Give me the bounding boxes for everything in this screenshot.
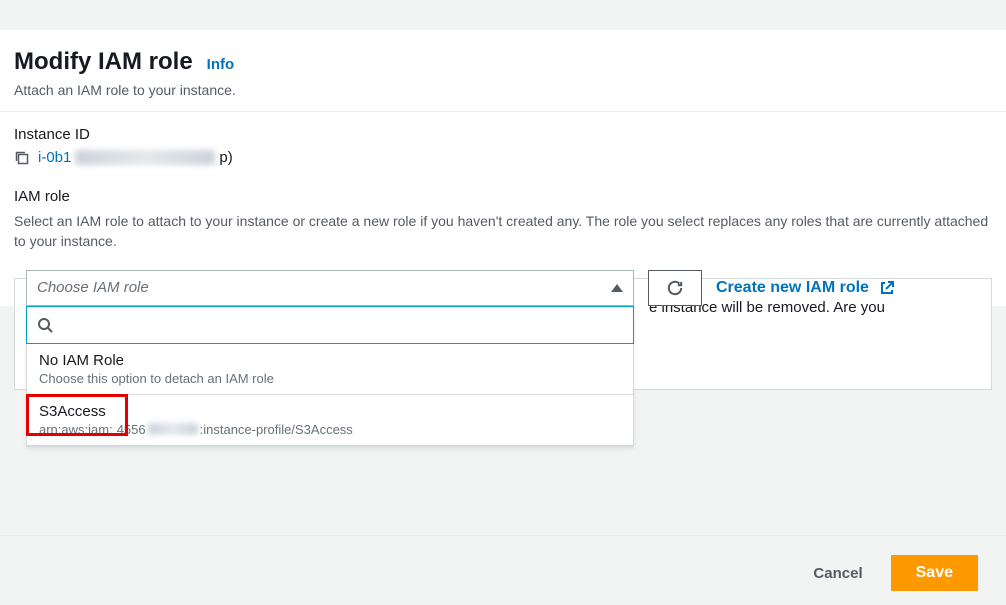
instance-id-suffix: p) [219, 149, 232, 166]
search-icon [37, 317, 53, 333]
option-subtitle: Choose this option to detach an IAM role [39, 371, 621, 386]
iam-role-label: IAM role [14, 188, 992, 205]
dropdown-panel: No IAM Role Choose this option to detach… [26, 306, 634, 447]
instance-id-prefix: i-0b1 [38, 149, 71, 166]
dropdown-option-no-iam-role[interactable]: No IAM Role Choose this option to detach… [26, 344, 634, 395]
caret-up-icon [611, 284, 623, 292]
iam-role-description: Select an IAM role to attach to your ins… [14, 211, 992, 252]
dropdown-search-input[interactable] [61, 307, 623, 343]
arn-redacted [148, 423, 198, 435]
page-title: Modify IAM role [14, 48, 193, 76]
create-new-iam-role-link[interactable]: Create new IAM role [716, 279, 895, 297]
instance-id-redacted [75, 150, 215, 165]
footer-divider [0, 535, 1006, 536]
page-subtitle: Attach an IAM role to your instance. [14, 82, 992, 98]
copy-icon[interactable] [14, 150, 30, 166]
create-link-label: Create new IAM role [716, 279, 869, 297]
save-button[interactable]: Save [891, 555, 978, 591]
info-link[interactable]: Info [207, 56, 235, 73]
refresh-icon [666, 279, 684, 297]
instance-id-label: Instance ID [14, 126, 992, 143]
dropdown-search-row [26, 306, 634, 344]
cancel-button[interactable]: Cancel [807, 557, 868, 590]
option-title: S3Access [39, 403, 621, 420]
refresh-button[interactable] [648, 270, 702, 306]
dropdown-placeholder: Choose IAM role [37, 279, 149, 296]
instance-id-link[interactable]: i-0b1 p) [38, 149, 233, 166]
option-title: No IAM Role [39, 352, 621, 369]
dropdown-option-s3access[interactable]: S3Access arn:aws:iam: 4556 :instance-pro… [26, 395, 634, 446]
option-arn: arn:aws:iam: 4556 :instance-profile/S3Ac… [39, 422, 621, 437]
iam-role-dropdown[interactable]: Choose IAM role [26, 270, 634, 306]
footer-bar: Cancel Save [0, 541, 1006, 605]
external-link-icon [879, 280, 895, 296]
